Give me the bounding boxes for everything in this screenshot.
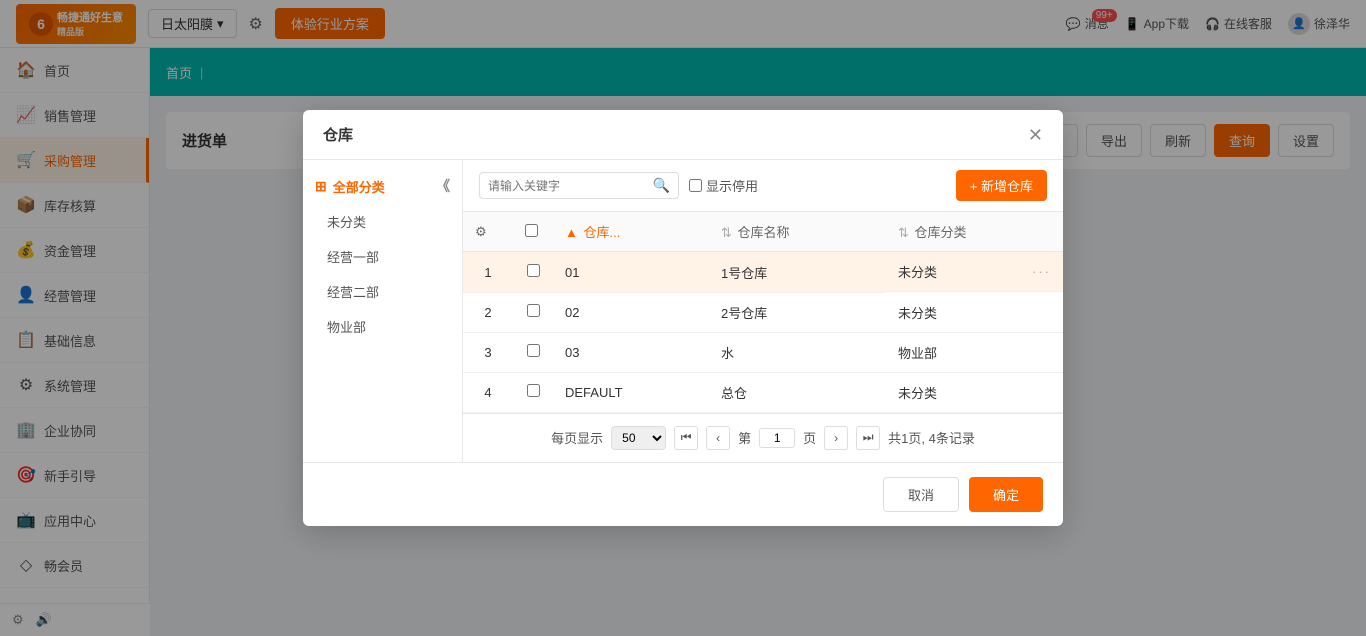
sort-icon2: ⇅ — [721, 225, 732, 240]
category-item-unclassified[interactable]: 未分类 — [303, 204, 462, 239]
sort-icon3: ⇅ — [898, 225, 909, 240]
modal-footer: 取消 确定 — [303, 462, 1063, 526]
settings-col-icon: ⚙ — [475, 224, 487, 239]
page-unit: 页 — [803, 428, 816, 447]
warehouse-table-wrap: ⚙ ▲ 仓库... ⇅ — [463, 212, 1063, 413]
table-row[interactable]: 1 01 1号仓库 未分类 ··· — [463, 252, 1063, 293]
row-checkbox-cell — [513, 332, 553, 372]
sort-icon: ▲ — [565, 225, 578, 240]
cancel-button[interactable]: 取消 — [883, 477, 959, 512]
row-action-cell: 3 — [463, 332, 513, 372]
table-row[interactable]: 3 03 水 物业部 — [463, 332, 1063, 372]
category-label: 未分类 — [327, 215, 366, 230]
row-checkbox-cell — [513, 292, 553, 332]
warehouse-table: ⚙ ▲ 仓库... ⇅ — [463, 212, 1063, 413]
category-label: 物业部 — [327, 320, 366, 335]
category-item-business2[interactable]: 经营二部 — [303, 274, 462, 309]
page-number-input[interactable] — [759, 428, 795, 448]
all-categories-header[interactable]: ⊞ 全部分类 《 — [303, 168, 462, 204]
modal-body: ⊞ 全部分类 《 未分类 经营一部 经营二部 物业部 — [303, 160, 1063, 462]
row-name-cell: 水 — [709, 332, 886, 372]
all-categories-label: 全部分类 — [333, 177, 385, 196]
select-all-checkbox[interactable] — [525, 224, 538, 237]
col-category-header: ⇅ 仓库分类 — [886, 212, 1063, 252]
modal-header: 仓库 ✕ — [303, 110, 1063, 160]
prev-page-button[interactable]: ‹ — [706, 426, 730, 450]
row-category-cell: 物业部 — [886, 332, 1063, 372]
col-code-label: 仓库... — [584, 225, 621, 240]
row-checkbox[interactable] — [527, 384, 540, 397]
row-checkbox-cell — [513, 252, 553, 293]
pagination: 每页显示 50 10 20 100 ⏮ ‹ 第 页 › ⏭ 共1页, 4条记录 — [463, 413, 1063, 462]
search-box: 🔍 — [479, 172, 679, 199]
category-label: 经营一部 — [327, 250, 379, 265]
modal-main-content: 🔍 显示停用 + 新增仓库 ⚙ — [463, 160, 1063, 462]
modal-overlay: 仓库 ✕ ⊞ 全部分类 《 未分类 经营一部 经营二部 — [0, 0, 1366, 636]
row-checkbox-cell — [513, 372, 553, 412]
col-checkbox-header — [513, 212, 553, 252]
row-action-cell: 1 — [463, 252, 513, 293]
row-code-cell: 01 — [553, 252, 709, 293]
col-name-label: 仓库名称 — [738, 225, 790, 240]
row-name-cell: 2号仓库 — [709, 292, 886, 332]
category-item-business1[interactable]: 经营一部 — [303, 239, 462, 274]
total-info: 共1页, 4条记录 — [888, 428, 975, 447]
row-category-cell: 未分类 ··· — [886, 252, 1063, 292]
row-checkbox[interactable] — [527, 304, 540, 317]
modal-toolbar: 🔍 显示停用 + 新增仓库 — [463, 160, 1063, 212]
search-icon: 🔍 — [653, 177, 670, 194]
table-row[interactable]: 4 DEFAULT 总仓 未分类 — [463, 372, 1063, 412]
row-name-cell: 总仓 — [709, 372, 886, 412]
row-code-cell: 02 — [553, 292, 709, 332]
show-disabled-check[interactable] — [689, 179, 702, 192]
modal-title: 仓库 — [323, 124, 353, 145]
table-header: ⚙ ▲ 仓库... ⇅ — [463, 212, 1063, 252]
show-disabled-checkbox[interactable]: 显示停用 — [689, 176, 758, 195]
close-icon[interactable]: ✕ — [1028, 126, 1043, 144]
row-action-cell: 2 — [463, 292, 513, 332]
modal-category-sidebar: ⊞ 全部分类 《 未分类 经营一部 经营二部 物业部 — [303, 160, 463, 462]
warehouse-modal: 仓库 ✕ ⊞ 全部分类 《 未分类 经营一部 经营二部 — [303, 110, 1063, 526]
col-category-label: 仓库分类 — [915, 225, 967, 240]
first-page-button[interactable]: ⏮ — [674, 426, 698, 450]
search-input[interactable] — [488, 179, 653, 193]
show-disabled-label: 显示停用 — [706, 176, 758, 195]
table-row[interactable]: 2 02 2号仓库 未分类 — [463, 292, 1063, 332]
grid-icon: ⊞ — [315, 178, 327, 195]
col-name-header: ⇅ 仓库名称 — [709, 212, 886, 252]
row-code-cell: 03 — [553, 332, 709, 372]
col-settings-header: ⚙ — [463, 212, 513, 252]
confirm-button[interactable]: 确定 — [969, 477, 1043, 512]
row-name-cell: 1号仓库 — [709, 252, 886, 293]
row-category-cell: 未分类 — [886, 372, 1063, 412]
category-label: 经营二部 — [327, 285, 379, 300]
row-category-cell: 未分类 — [886, 292, 1063, 332]
page-size-select[interactable]: 50 10 20 100 — [611, 426, 666, 450]
last-page-button[interactable]: ⏭ — [856, 426, 880, 450]
row-checkbox[interactable] — [527, 344, 540, 357]
page-label: 第 — [738, 428, 751, 447]
row-checkbox[interactable] — [527, 264, 540, 277]
row-no: 1 — [484, 265, 491, 280]
col-code-header[interactable]: ▲ 仓库... — [553, 212, 709, 252]
category-item-property[interactable]: 物业部 — [303, 309, 462, 344]
row-action-cell: 4 — [463, 372, 513, 412]
page-size-label: 每页显示 — [551, 428, 603, 447]
next-page-button[interactable]: › — [824, 426, 848, 450]
row-code-cell: DEFAULT — [553, 372, 709, 412]
collapse-icon[interactable]: 《 — [436, 176, 450, 196]
add-warehouse-button[interactable]: + 新增仓库 — [956, 170, 1047, 201]
table-body: 1 01 1号仓库 未分类 ··· — [463, 252, 1063, 413]
